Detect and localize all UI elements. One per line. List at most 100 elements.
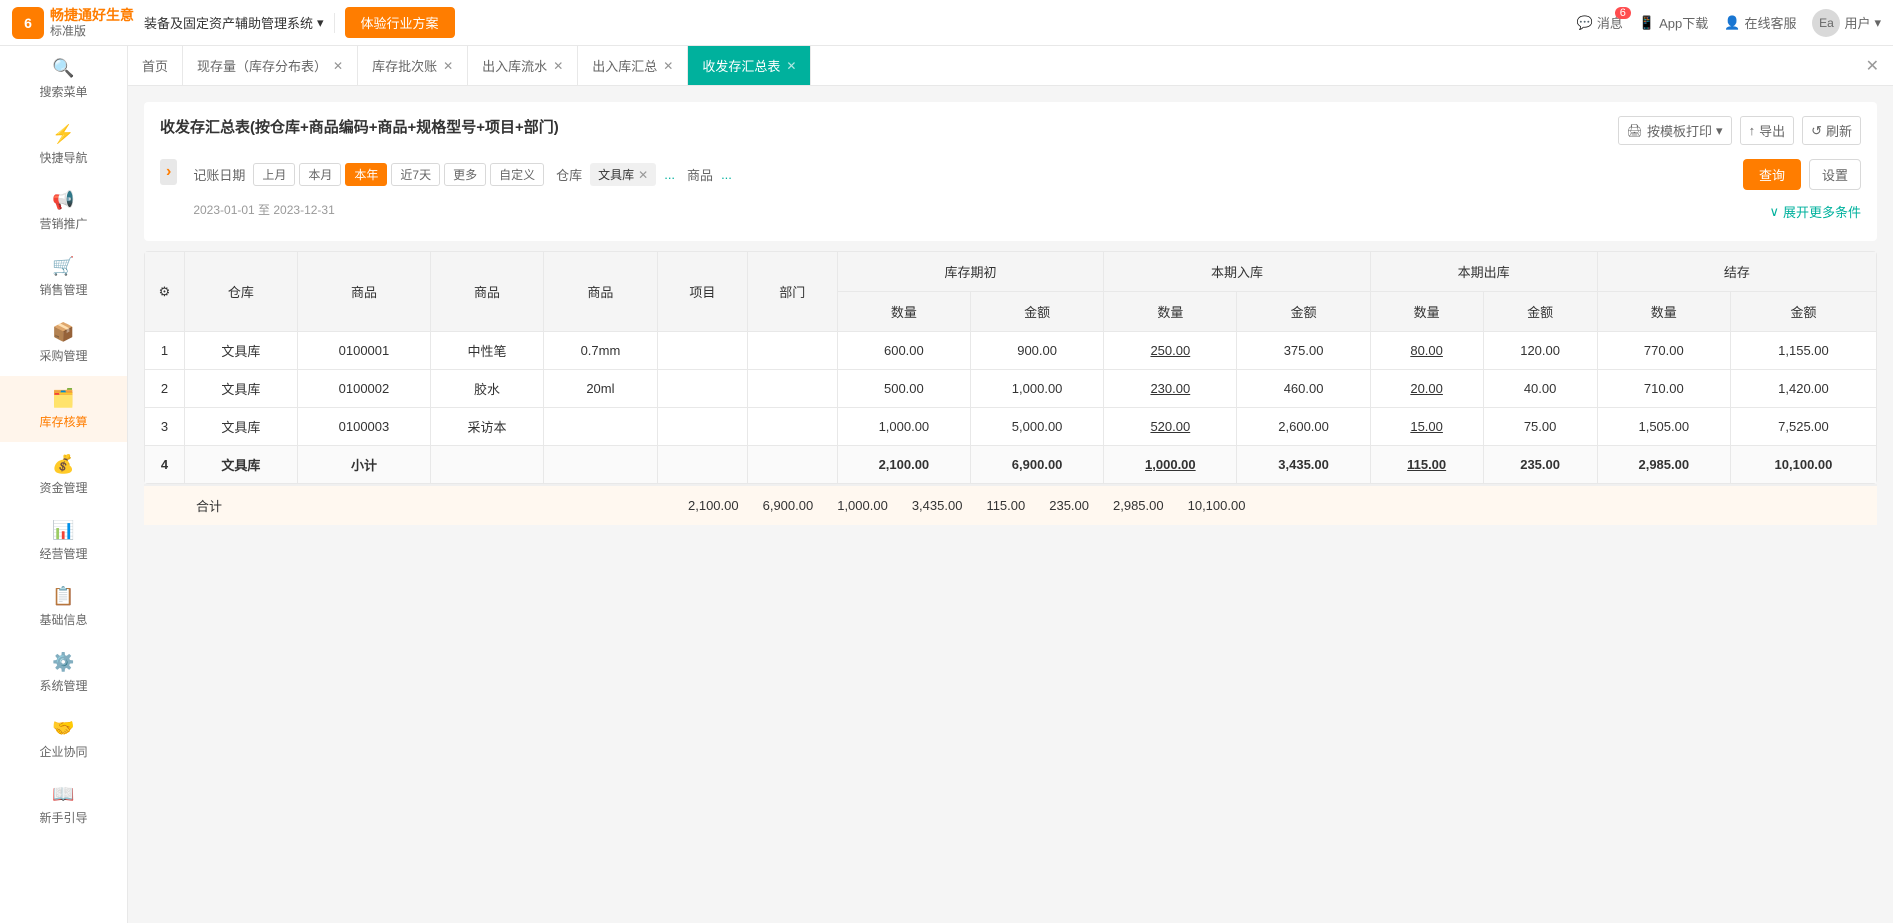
date-btn-this-month[interactable]: 本月 <box>299 163 341 186</box>
online-service-button[interactable]: 👤 在线客服 <box>1724 13 1796 32</box>
cell-product-code: 0100002 <box>297 370 430 408</box>
system-name-dropdown[interactable]: 装备及固定资产辅助管理系统 ▾ <box>144 13 324 32</box>
total-bar: 合计 2,100.00 6,900.00 1,000.00 3,435.00 1… <box>144 484 1877 525</box>
sidebar-item-search[interactable]: 🔍 搜索菜单 <box>0 46 127 112</box>
th-product-name: 商品 <box>431 252 544 332</box>
sidebar-item-finance[interactable]: 💰 资金管理 <box>0 442 127 508</box>
sidebar-item-operations[interactable]: 📊 经营管理 <box>0 508 127 574</box>
tab-receipt-summary[interactable]: 收发存汇总表 ✕ <box>688 46 811 86</box>
tab-inventory-dist[interactable]: 现存量（库存分布表） ✕ <box>183 46 358 86</box>
print-button[interactable]: 🖨 按模板打印 ▾ <box>1618 116 1732 145</box>
sidebar-item-system[interactable]: ⚙️ 系统管理 <box>0 640 127 706</box>
tab-bar: 首页 现存量（库存分布表） ✕ 库存批次账 ✕ 出入库流水 ✕ 出入库汇总 ✕ <box>128 46 1893 86</box>
th-settings[interactable]: ⚙ <box>145 252 185 332</box>
cell-opening-amt: 1,000.00 <box>970 370 1103 408</box>
sidebar-item-marketing[interactable]: 📢 营销推广 <box>0 178 127 244</box>
th-project: 项目 <box>657 252 747 332</box>
message-icon: 💬 <box>1577 15 1593 31</box>
th-product-code: 商品 <box>297 252 430 332</box>
megaphone-icon: 📢 <box>52 190 74 211</box>
tab-batch[interactable]: 库存批次账 ✕ <box>358 46 468 86</box>
user-menu[interactable]: Ea 用户 ▾ <box>1812 9 1881 37</box>
th-dept: 部门 <box>747 252 837 332</box>
app-download-button[interactable]: 📱 App下载 <box>1639 13 1708 32</box>
book-icon: 📖 <box>52 784 74 805</box>
date-btn-more[interactable]: 更多 <box>444 163 486 186</box>
cell-opening-amt: 5,000.00 <box>970 408 1103 446</box>
cell-project <box>657 370 747 408</box>
cell-product-code: 0100001 <box>297 332 430 370</box>
table-row: 1 文具库 0100001 中性笔 0.7mm 600.00 900.00 25… <box>145 332 1877 370</box>
tab-close-inout-flow[interactable]: ✕ <box>553 59 563 73</box>
th-opening: 库存期初 <box>837 252 1103 292</box>
service-icon: 👤 <box>1724 15 1740 31</box>
tab-bar-close[interactable]: ✕ <box>1852 56 1893 76</box>
sidebar-item-purchase[interactable]: 📦 采购管理 <box>0 310 127 376</box>
tab-close-inventory-dist[interactable]: ✕ <box>333 59 343 73</box>
logo-icon: 6 <box>12 7 44 39</box>
filter-collapse-btn[interactable]: › <box>160 159 177 185</box>
warehouse-more[interactable]: ... <box>664 167 675 182</box>
package-icon: 📦 <box>52 322 74 343</box>
subtotal-no: 4 <box>145 446 185 484</box>
avatar: Ea <box>1812 9 1840 37</box>
sidebar-item-inventory[interactable]: 🗂️ 库存核算 <box>0 376 127 442</box>
date-range-display: 2023-01-01 至 2023-12-31 <box>193 201 334 218</box>
date-btn-7days[interactable]: 近7天 <box>391 163 440 186</box>
th-opening-qty: 数量 <box>837 292 970 332</box>
sidebar-item-enterprise[interactable]: 🤝 企业协同 <box>0 706 127 772</box>
th-warehouse: 仓库 <box>185 252 298 332</box>
page-header: 收发存汇总表(按仓库+商品编码+商品+规格型号+项目+部门) 🖨 按模板打印 ▾… <box>144 102 1877 241</box>
tab-inout-flow[interactable]: 出入库流水 ✕ <box>468 46 578 86</box>
cell-no: 2 <box>145 370 185 408</box>
cell-closing-amt: 7,525.00 <box>1730 408 1876 446</box>
settings-button[interactable]: 设置 <box>1809 159 1861 190</box>
sidebar-item-sales[interactable]: 🛒 销售管理 <box>0 244 127 310</box>
total-closing-amt: 10,100.00 <box>1176 498 1258 513</box>
total-opening-qty: 2,100.00 <box>676 498 751 513</box>
date-btn-last-month[interactable]: 上月 <box>253 163 295 186</box>
expand-filter-btn[interactable]: ∨ 展开更多条件 <box>1769 202 1861 221</box>
sidebar-item-basic-info[interactable]: 📋 基础信息 <box>0 574 127 640</box>
tab-close-batch[interactable]: ✕ <box>443 59 453 73</box>
sidebar-item-quick-nav[interactable]: ⚡ 快捷导航 <box>0 112 127 178</box>
subtotal-out-amt: 235.00 <box>1483 446 1597 484</box>
warehouse-tag-remove[interactable]: ✕ <box>638 168 648 182</box>
refresh-icon: ↺ <box>1811 123 1822 139</box>
cell-product-name: 中性笔 <box>431 332 544 370</box>
phone-icon: 📱 <box>1639 15 1655 31</box>
th-opening-amt: 金额 <box>970 292 1103 332</box>
money-icon: 💰 <box>52 454 74 475</box>
tab-inout-summary[interactable]: 出入库汇总 ✕ <box>578 46 688 86</box>
handshake-icon: 🤝 <box>52 718 74 739</box>
logo: 6 畅捷通好生意 标准版 <box>12 6 134 40</box>
sidebar-item-guide[interactable]: 📖 新手引导 <box>0 772 127 838</box>
th-closing-amt: 金额 <box>1730 292 1876 332</box>
tab-close-inout-summary[interactable]: ✕ <box>663 59 673 73</box>
product-more[interactable]: ... <box>721 167 732 182</box>
cell-in-amt: 375.00 <box>1237 332 1370 370</box>
cell-product-name: 采访本 <box>431 408 544 446</box>
cell-out-amt: 120.00 <box>1483 332 1597 370</box>
list-icon: 📋 <box>52 586 74 607</box>
message-button[interactable]: 💬 消息 6 <box>1577 13 1623 32</box>
cart-icon: 🛒 <box>52 256 74 277</box>
cell-out-amt: 75.00 <box>1483 408 1597 446</box>
cell-in-amt: 2,600.00 <box>1237 408 1370 446</box>
tab-home[interactable]: 首页 <box>128 46 183 86</box>
cell-dept <box>747 408 837 446</box>
cell-product-code: 0100003 <box>297 408 430 446</box>
refresh-button[interactable]: ↺ 刷新 <box>1802 116 1861 145</box>
cell-out-qty: 80.00 <box>1370 332 1483 370</box>
th-spec: 商品 <box>543 252 657 332</box>
experience-button[interactable]: 体验行业方案 <box>345 7 455 38</box>
th-closing-qty: 数量 <box>1597 292 1730 332</box>
export-button[interactable]: ↑ 导出 <box>1740 116 1795 145</box>
cell-warehouse: 文具库 <box>185 408 298 446</box>
tab-close-receipt-summary[interactable]: ✕ <box>786 59 796 73</box>
cell-product-name: 胶水 <box>431 370 544 408</box>
date-btn-custom[interactable]: 自定义 <box>490 163 544 186</box>
date-btn-this-year[interactable]: 本年 <box>345 163 387 186</box>
query-button[interactable]: 查询 <box>1743 159 1801 190</box>
table-row: 3 文具库 0100003 采访本 1,000.00 5,000.00 520.… <box>145 408 1877 446</box>
